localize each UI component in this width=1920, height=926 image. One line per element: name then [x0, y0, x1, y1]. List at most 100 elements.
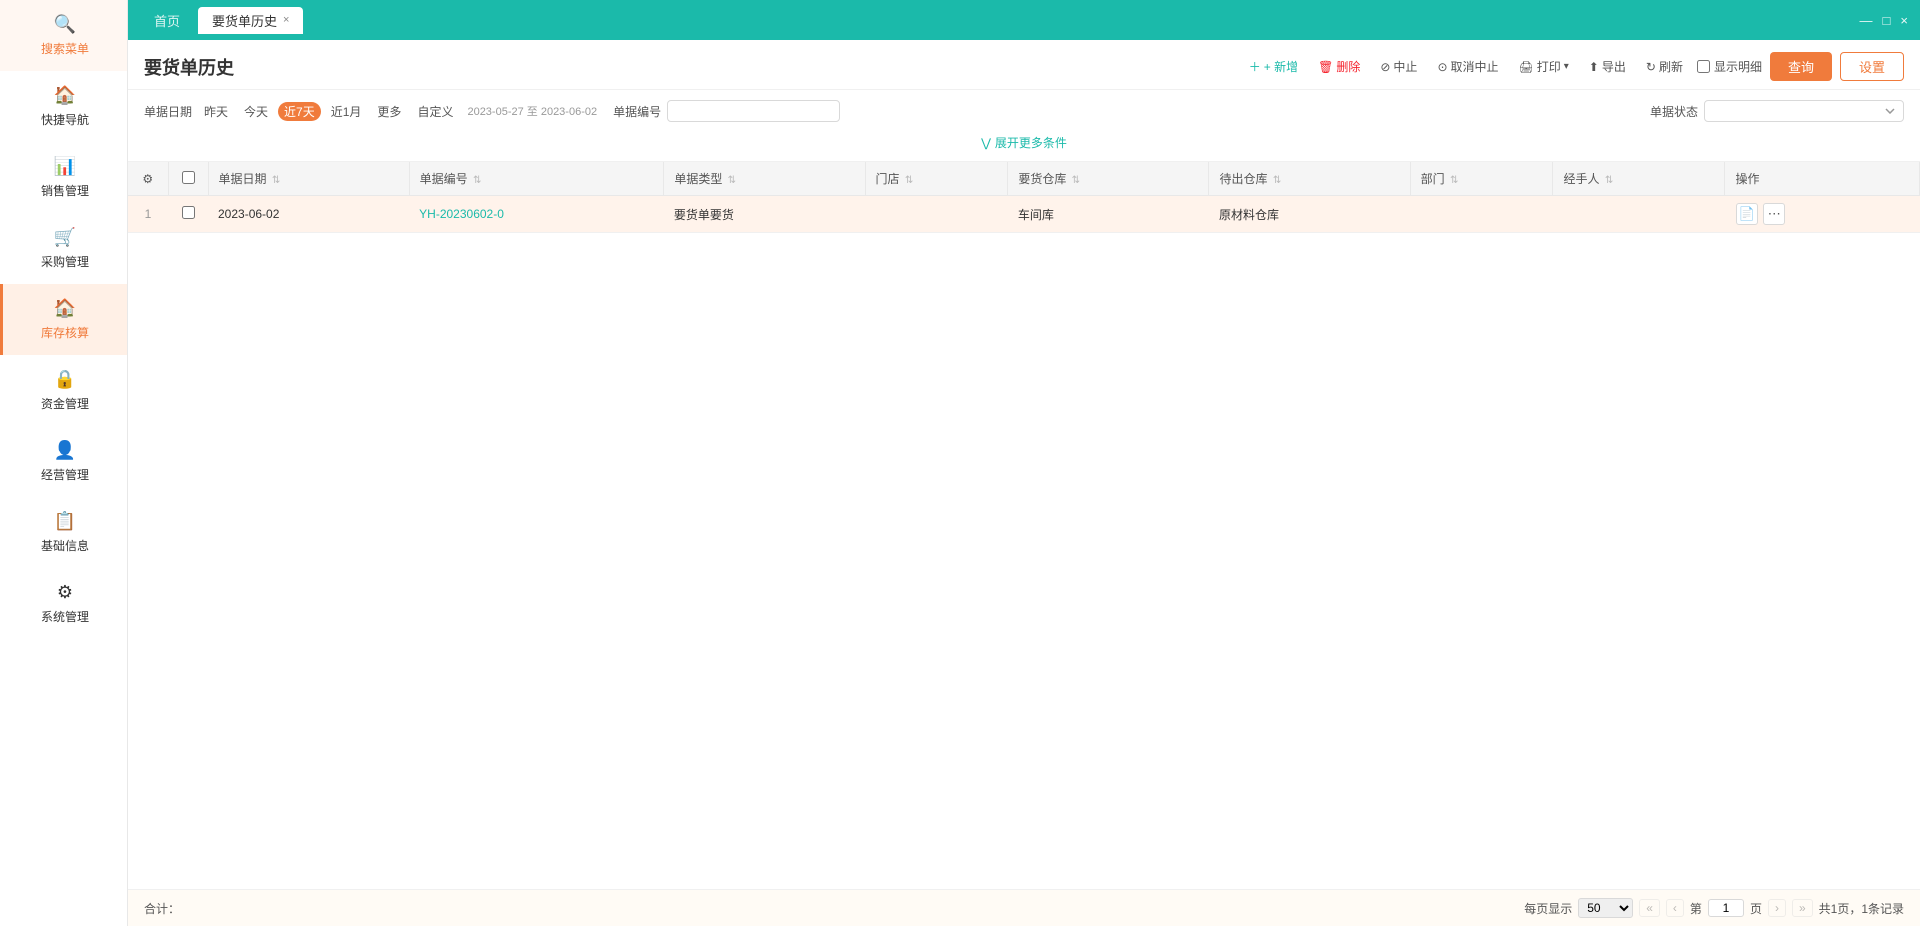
sidebar: 🔍 搜索菜单 🏠 快捷导航 📊 销售管理 🛒 采购管理 🏠 库存核算 🔒 资金管…: [0, 0, 128, 926]
active-tab-label: 要货单历史: [212, 11, 277, 30]
sort-type-icon[interactable]: ⇅: [728, 175, 736, 186]
table-row: 1 2023-06-02 YH-20230602-0 要货单要货 车间库 原材料…: [128, 196, 1920, 233]
home-tab-label: 首页: [154, 11, 180, 30]
row-req-warehouse: 车间库: [1008, 196, 1209, 233]
cancel-stop-button[interactable]: ⊙ 取消中止: [1431, 55, 1504, 78]
sidebar-item-label: 基础信息: [41, 537, 89, 554]
last-page-btn[interactable]: »: [1792, 899, 1813, 917]
sidebar-item-label: 库存核算: [41, 324, 89, 341]
display-detail-checkbox[interactable]: [1697, 60, 1710, 73]
date-yesterday[interactable]: 昨天: [198, 102, 234, 121]
new-icon: ＋: [1249, 58, 1261, 75]
sort-date-icon[interactable]: ⇅: [272, 175, 280, 186]
sidebar-item-inventory[interactable]: 🏠 库存核算: [0, 284, 127, 355]
system-icon: ⚙: [57, 582, 73, 603]
per-page-label: 每页显示: [1524, 900, 1572, 917]
refresh-icon: ↻: [1646, 60, 1656, 74]
main-area: 首页 要货单历史 × — □ × 要货单历史 ＋ + 新增 🗑 删除: [128, 0, 1920, 926]
purchase-icon: 🛒: [54, 227, 76, 248]
col-settings[interactable]: ⚙: [128, 162, 168, 196]
sales-icon: 📊: [54, 156, 76, 177]
page-label: 第: [1690, 900, 1702, 917]
more-op-btn[interactable]: ⋯: [1763, 203, 1785, 225]
doc-no-filter-group: 单据编号: [613, 100, 840, 122]
sidebar-item-system[interactable]: ⚙ 系统管理: [0, 568, 127, 639]
tab-home[interactable]: 首页: [140, 7, 194, 34]
operation-icon: 👤: [54, 440, 76, 461]
first-page-btn[interactable]: «: [1639, 899, 1660, 917]
sort-store-icon[interactable]: ⇅: [905, 175, 913, 186]
date-more[interactable]: 更多: [371, 102, 407, 121]
sidebar-item-quick-nav[interactable]: 🏠 快捷导航: [0, 71, 127, 142]
new-button[interactable]: ＋ + 新增: [1243, 55, 1304, 78]
prev-page-btn[interactable]: ‹: [1666, 899, 1684, 917]
col-department: 部门 ⇅: [1410, 162, 1553, 196]
select-all-checkbox[interactable]: [182, 171, 195, 184]
sidebar-item-search-menu[interactable]: 🔍 搜索菜单: [0, 0, 127, 71]
data-table: ⚙ 单据日期 ⇅ 单据编号 ⇅ 单据类型 ⇅ 门店 ⇅ 要货仓库 ⇅ 待出仓库 …: [128, 162, 1920, 233]
maximize-icon[interactable]: □: [1883, 13, 1891, 28]
inventory-icon: 🏠: [54, 298, 76, 319]
sidebar-item-operation[interactable]: 👤 经营管理: [0, 426, 127, 497]
per-page-select[interactable]: 10 20 50 100: [1578, 898, 1633, 918]
sidebar-item-sales[interactable]: 📊 销售管理: [0, 142, 127, 213]
print-dropdown-icon: ▾: [1564, 61, 1569, 72]
row-select-checkbox[interactable]: [182, 206, 195, 219]
basic-icon: 📋: [54, 511, 76, 532]
row-type: 要货单要货: [664, 196, 865, 233]
row-checkbox[interactable]: [168, 196, 208, 233]
doc-no-label: 单据编号: [613, 103, 661, 120]
settings-button[interactable]: 设置: [1840, 52, 1904, 81]
sort-handler-icon[interactable]: ⇅: [1605, 175, 1613, 186]
sidebar-item-purchase[interactable]: 🛒 采购管理: [0, 213, 127, 284]
sort-no-icon[interactable]: ⇅: [473, 175, 481, 186]
sidebar-item-label: 系统管理: [41, 608, 89, 625]
minimize-icon[interactable]: —: [1860, 13, 1873, 28]
sidebar-item-basic[interactable]: 📋 基础信息: [0, 497, 127, 568]
table-header-row: ⚙ 单据日期 ⇅ 单据编号 ⇅ 单据类型 ⇅ 门店 ⇅ 要货仓库 ⇅ 待出仓库 …: [128, 162, 1920, 196]
date-today[interactable]: 今天: [238, 102, 274, 121]
next-page-btn[interactable]: ›: [1768, 899, 1786, 917]
tab-requisition-history[interactable]: 要货单历史 ×: [198, 7, 303, 34]
status-select[interactable]: [1704, 100, 1904, 122]
page-input[interactable]: [1708, 899, 1744, 917]
total-records: 共1页，1条记录: [1819, 900, 1904, 917]
print-button[interactable]: 🖨 打印 ▾: [1513, 55, 1575, 78]
edit-op-btn[interactable]: 📄: [1736, 203, 1758, 225]
sort-pending-icon[interactable]: ⇅: [1273, 175, 1281, 186]
window-close-icon[interactable]: ×: [1900, 13, 1908, 28]
export-button[interactable]: ⬆ 导出: [1583, 55, 1632, 78]
table-footer: 合计： 每页显示 10 20 50 100 « ‹ 第 页 › » 共1页，1条…: [128, 889, 1920, 926]
sidebar-item-finance[interactable]: 🔒 资金管理: [0, 355, 127, 426]
table-body: 1 2023-06-02 YH-20230602-0 要货单要货 车间库 原材料…: [128, 196, 1920, 233]
date-custom[interactable]: 自定义: [411, 102, 459, 121]
stop-button[interactable]: ⊘ 中止: [1374, 55, 1423, 78]
sort-dept-icon[interactable]: ⇅: [1450, 175, 1458, 186]
sidebar-item-label: 搜索菜单: [41, 40, 89, 57]
topbar: 首页 要货单历史 × — □ ×: [128, 0, 1920, 40]
query-button[interactable]: 查询: [1770, 52, 1832, 81]
page-end-label: 页: [1750, 900, 1762, 917]
page-title: 要货单历史: [144, 54, 234, 80]
stop-icon: ⊘: [1380, 60, 1390, 74]
row-index: 1: [128, 196, 168, 233]
display-detail-checkbox-group[interactable]: 显示明细: [1697, 58, 1762, 75]
expand-more-button[interactable]: ⋁ 展开更多条件: [144, 130, 1904, 155]
doc-no-input[interactable]: [667, 100, 840, 122]
date-1month[interactable]: 近1月: [325, 102, 368, 121]
refresh-button[interactable]: ↻ 刷新: [1640, 55, 1689, 78]
col-operation: 操作: [1725, 162, 1920, 196]
delete-button[interactable]: 🗑 删除: [1312, 55, 1366, 78]
sort-req-icon[interactable]: ⇅: [1072, 175, 1080, 186]
table-container: ⚙ 单据日期 ⇅ 单据编号 ⇅ 单据类型 ⇅ 门店 ⇅ 要货仓库 ⇅ 待出仓库 …: [128, 162, 1920, 889]
quick-nav-icon: 🏠: [54, 85, 76, 106]
date-7days[interactable]: 近7天: [278, 102, 321, 121]
status-label: 单据状态: [1650, 103, 1698, 120]
date-range-text: 2023-05-27 至 2023-06-02: [467, 103, 597, 119]
total-label: 合计：: [144, 900, 180, 917]
row-handler: [1553, 196, 1725, 233]
close-tab-icon[interactable]: ×: [283, 14, 289, 26]
col-req-warehouse: 要货仓库 ⇅: [1008, 162, 1209, 196]
cancel-stop-icon: ⊙: [1437, 60, 1447, 74]
doc-no-link[interactable]: YH-20230602-0: [419, 207, 504, 221]
